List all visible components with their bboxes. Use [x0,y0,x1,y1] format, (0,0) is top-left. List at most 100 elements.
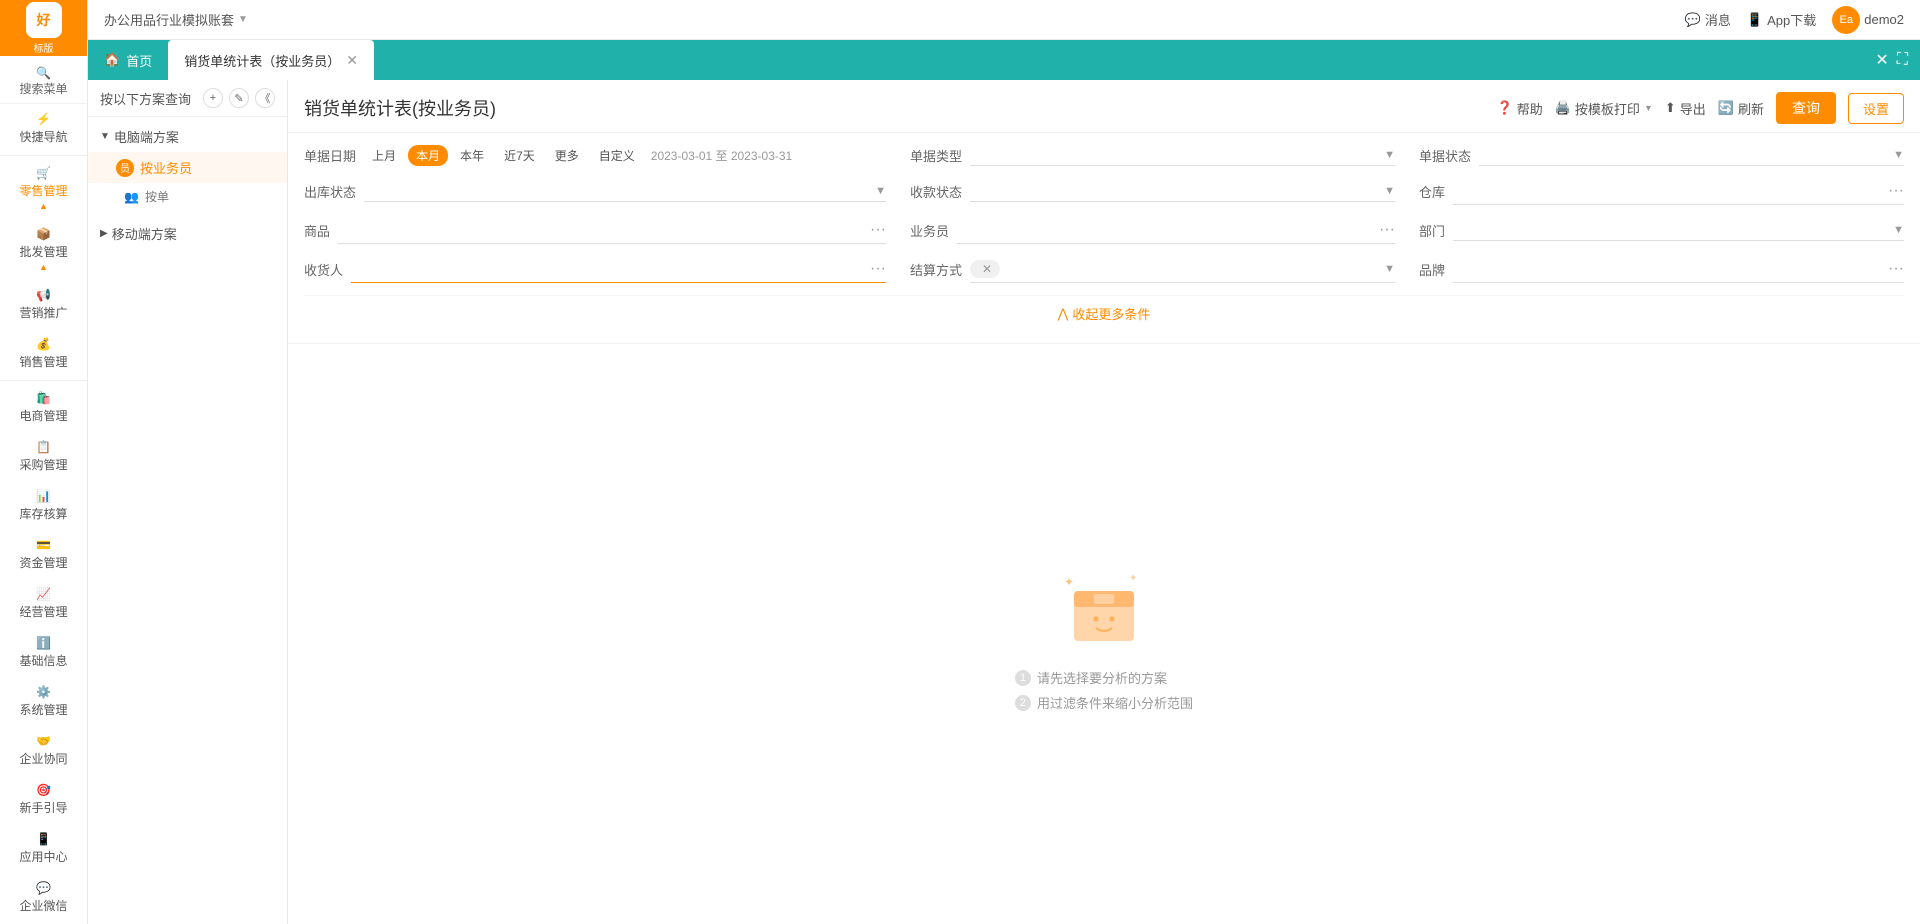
empty-tip-2: 2 用过滤条件来缩小分析范围 [1015,693,1193,712]
scheme-group-pc-title[interactable]: ▼ 电脑端方案 [88,121,287,152]
sidebar-item-cooperation[interactable]: 🤝 企业协同 [0,726,87,775]
settlement-tag-close[interactable]: ✕ [982,262,992,276]
goods-dots[interactable]: ··· [870,221,886,239]
sidebar-item-retail[interactable]: 🛒 零售管理 ▲ [0,158,87,219]
filter-row-1: 单据日期 上月 本月 本年 近7天 更多 自定义 2023-03-01 至 20… [304,145,1904,166]
sidebar-item-wholesale[interactable]: 📦 批发管理 ▲ [0,219,87,280]
sidebar-item-system[interactable]: ⚙️ 系统管理 [0,677,87,726]
doctype-input[interactable]: ▼ [970,145,1395,166]
appcenter-icon: 📱 [36,832,51,846]
tabbar-actions: ✕ ⛶ [1875,50,1920,70]
empty-svg: ✦ ✦ [1054,556,1154,656]
recipient-label: 收货人 [304,260,343,279]
brand-input[interactable]: ··· [1453,256,1904,283]
svg-text:✦: ✦ [1129,573,1137,584]
tab-close-btn[interactable]: ✕ [346,52,358,69]
empty-tips: 1 请先选择要分析的方案 2 用过滤条件来缩小分析范围 [1015,668,1193,712]
collapse-btn[interactable]: ⋀ 收起更多条件 [1058,304,1151,323]
collapse-up-icon: ⋀ [1058,306,1069,322]
sidebar-logo[interactable]: 好 标版 [0,0,87,56]
sidebar-item-appcenter[interactable]: 📱 应用中心 [0,824,87,873]
sidebar-item-inventory[interactable]: 📊 库存核算 [0,481,87,530]
tab-sales-stats[interactable]: 销货单统计表（按业务员） ✕ [168,40,374,80]
topbar-right: 💬 消息 📱 App下载 Ea demo2 [1685,6,1904,34]
help-btn[interactable]: ❓ 帮助 [1497,99,1543,118]
date-btn-last-month[interactable]: 上月 [364,145,404,166]
sidebar-item-newbie[interactable]: 🎯 新手引导 [0,775,87,824]
salesperson-scheme-label: 按业务员 [140,158,192,177]
sidebar-item-operations[interactable]: 📈 经营管理 [0,579,87,628]
add-scheme-btn[interactable]: + [203,88,223,108]
export-icon: ⬆ [1665,100,1676,116]
app-download-btn[interactable]: 📱 App下载 [1747,10,1816,29]
outstatus-arrow: ▼ [875,185,886,197]
tab-maximize-btn[interactable]: ⛶ [1897,51,1908,69]
date-btn-custom[interactable]: 自定义 [591,145,643,166]
user-menu[interactable]: Ea demo2 [1832,6,1904,34]
sidebar: 好 标版 🔍 搜索菜单 ⚡ 快捷导航 🛒 零售管理 ▲ 📦 批发管理 ▲ 📢 营… [0,0,88,924]
right-panel: 销货单统计表(按业务员) ❓ 帮助 🖨️ 按模板打印 ▼ ⬆ 导出 [288,80,1920,924]
warehouse-dots[interactable]: ··· [1888,182,1904,200]
filter-row-4: 收货人 ··· 结算方式 ✕ ▼ [304,256,1904,283]
outstatus-input[interactable]: ▼ [364,181,886,202]
edit-scheme-btn[interactable]: ✎ [229,88,249,108]
message-icon: 💬 [1685,12,1701,28]
salesperson-input[interactable]: ··· [957,217,1395,244]
print-btn[interactable]: 🖨️ 按模板打印 ▼ [1555,99,1653,118]
refresh-label: 刷新 [1738,99,1764,118]
date-btn-this-year[interactable]: 本年 [452,145,492,166]
date-btn-last7[interactable]: 近7天 [496,145,543,166]
warehouse-input[interactable]: ··· [1453,178,1904,205]
export-btn[interactable]: ⬆ 导出 [1665,99,1706,118]
docstatus-input[interactable]: ▼ [1479,145,1904,166]
date-btn-this-month[interactable]: 本月 [408,145,448,166]
date-btn-more[interactable]: 更多 [547,145,587,166]
sidebar-item-quicknav[interactable]: ⚡ 快捷导航 [0,104,87,153]
sidebar-search[interactable]: 🔍 搜索菜单 [0,56,87,104]
empty-illustration: ✦ ✦ [1054,556,1154,656]
scheme-item-by-order[interactable]: 👥 按单 [88,183,287,210]
logo-icon: 好 [26,2,62,38]
docstatus-arrow: ▼ [1893,149,1904,161]
sidebar-item-marketing[interactable]: 📢 营销推广 [0,280,87,329]
settlement-input[interactable]: ✕ ▼ [970,256,1395,283]
query-label: 查询 [1792,98,1820,118]
topbar: 办公用品行业模拟账套 ▼ 💬 消息 📱 App下载 Ea demo2 [88,0,1920,40]
scheme-item-by-salesperson[interactable]: 员 按业务员 [88,152,287,183]
query-btn[interactable]: 查询 [1776,92,1836,124]
main-area: 办公用品行业模拟账套 ▼ 💬 消息 📱 App下载 Ea demo2 🏠 [88,0,1920,924]
messages-btn[interactable]: 💬 消息 [1685,10,1731,29]
sidebar-item-purchase[interactable]: 📋 采购管理 [0,432,87,481]
sidebar-item-sales[interactable]: 💰 销售管理 [0,329,87,378]
refresh-btn[interactable]: 🔄 刷新 [1718,99,1764,118]
filter-settlement-item: 结算方式 ✕ ▼ [910,256,1395,283]
brand-dots[interactable]: ··· [1888,260,1904,278]
dept-input[interactable]: ▼ [1453,220,1904,241]
recipient-dots[interactable]: ··· [870,260,886,278]
account-name: 办公用品行业模拟账套 [104,10,234,29]
collapse-icon: 《 [260,90,271,106]
account-selector[interactable]: 办公用品行业模拟账套 ▼ [104,10,248,29]
recipient-input[interactable]: ··· [351,256,886,283]
ecommerce-icon: 🛍️ [36,391,51,405]
tab-home[interactable]: 🏠 首页 [88,40,168,80]
warehouse-label: 仓库 [1419,182,1445,201]
collapse-bar: ⋀ 收起更多条件 [304,295,1904,331]
sidebar-item-finance[interactable]: 💳 资金管理 [0,530,87,579]
tab-close-window-btn[interactable]: ✕ [1875,50,1888,70]
page-title: 销货单统计表(按业务员) [304,95,496,121]
filter-brand-item: 品牌 ··· [1419,256,1904,283]
date-label: 单据日期 [304,146,356,165]
help-label: 帮助 [1517,99,1543,118]
search-icon: 🔍 [8,66,79,80]
scheme-group-mobile-title[interactable]: ▶ 移动端方案 [88,218,287,249]
collapse-panel-btn[interactable]: 《 [255,88,275,108]
sidebar-item-ecommerce[interactable]: 🛍️ 电商管理 [0,383,87,432]
settings-btn[interactable]: 设置 [1848,93,1904,124]
sidebar-item-corpwechat[interactable]: 💬 企业微信 [0,873,87,922]
sidebar-item-basic[interactable]: ℹ️ 基础信息 [0,628,87,677]
salesperson-dots[interactable]: ··· [1379,221,1395,239]
scheme-group-pc: ▼ 电脑端方案 员 按业务员 👥 按单 [88,117,287,214]
goods-input[interactable]: ··· [338,217,886,244]
receiptstatus-input[interactable]: ▼ [970,181,1395,202]
